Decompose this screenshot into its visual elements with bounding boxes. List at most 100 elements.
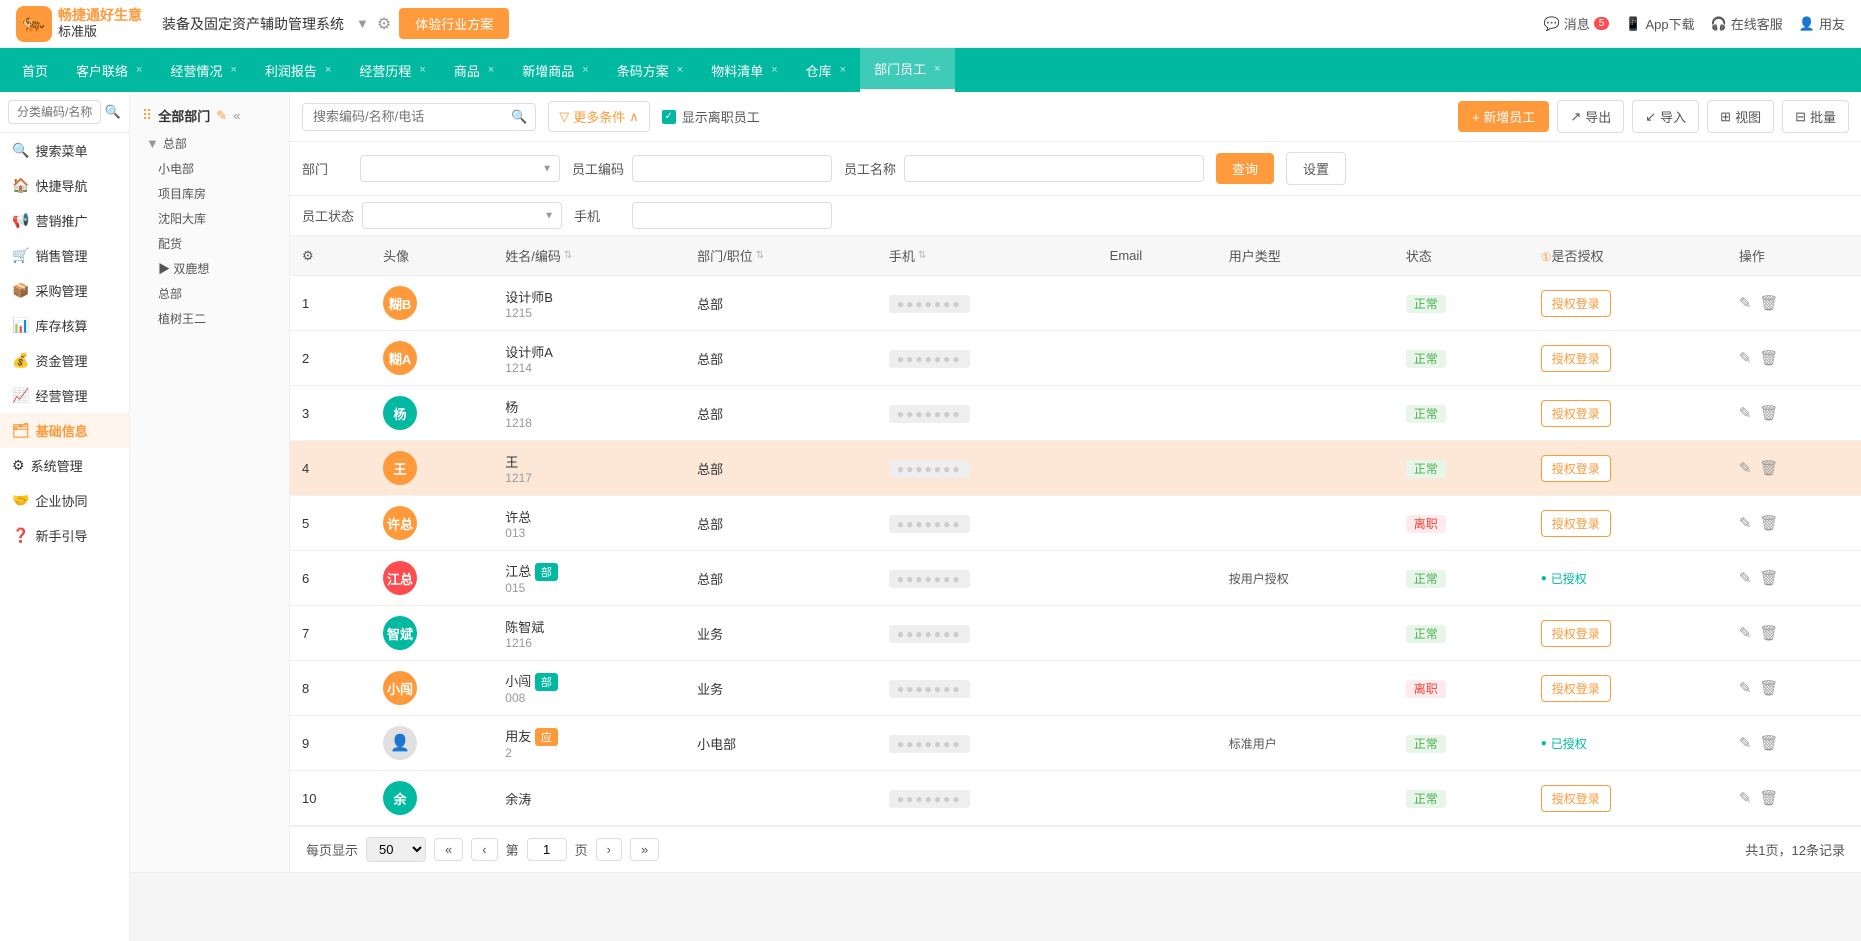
edit-button[interactable]: ✎: [1739, 514, 1752, 532]
sidebar-item-system[interactable]: ⚙ 系统管理: [0, 448, 129, 483]
logo-text: 畅捷通好生意 标准版: [58, 6, 142, 41]
online-service-btn[interactable]: 🎧 在线客服: [1711, 14, 1783, 33]
query-button[interactable]: 查询: [1216, 153, 1274, 184]
sidebar-item-guide[interactable]: ❓ 新手引导: [0, 518, 129, 553]
delete-button[interactable]: 🗑: [1759, 679, 1778, 697]
message-btn[interactable]: 💬 消息 5: [1544, 14, 1610, 33]
dept-tree-item-zongbu[interactable]: ▼总部: [138, 131, 281, 156]
sidebar-item-nav[interactable]: 🏠 快捷导航: [0, 168, 129, 203]
app-download-btn[interactable]: 📱 App下载: [1625, 14, 1694, 33]
print-button[interactable]: ⊟ 批量: [1782, 100, 1849, 133]
auth-login-button[interactable]: 授权登录: [1541, 785, 1611, 812]
edit-button[interactable]: ✎: [1739, 294, 1752, 312]
settings-button[interactable]: ⚙: [377, 14, 391, 34]
dept-tree-item-zhishu[interactable]: 植树王二: [138, 306, 281, 331]
tab-home[interactable]: 首页: [8, 48, 62, 92]
auth-login-button[interactable]: 授权登录: [1541, 455, 1611, 482]
view-button[interactable]: ⊞ 视图: [1707, 100, 1774, 133]
edit-button[interactable]: ✎: [1739, 404, 1752, 422]
tab-bom[interactable]: 物料清单 ×: [697, 48, 791, 92]
search-button[interactable]: 🔍: [503, 104, 535, 130]
edit-button[interactable]: ✎: [1739, 789, 1752, 807]
delete-button[interactable]: 🗑: [1759, 569, 1778, 587]
dept-tree-item-peihuo[interactable]: 配货: [138, 231, 281, 256]
tab-operation[interactable]: 经营情况 ×: [156, 48, 250, 92]
name-filter-input[interactable]: [904, 155, 1204, 182]
table-row: 3 杨 杨1218 总部 ●●●●●●● 正常 授权登录 ✎ 🗑: [290, 386, 1861, 441]
more-filter-btn[interactable]: ▽ 更多条件 ∧: [548, 101, 650, 132]
sidebar-item-collab[interactable]: 🤝 企业协同: [0, 483, 129, 518]
dept-tree-item-shuanglu[interactable]: ▶ 双鹿想: [138, 256, 281, 281]
code-filter-input[interactable]: [632, 155, 832, 182]
export-button[interactable]: ↗ 导出: [1557, 100, 1624, 133]
dept-edit-icon[interactable]: ✎: [216, 108, 227, 124]
delete-button[interactable]: 🗑: [1759, 789, 1778, 807]
sidebar-item-sales[interactable]: 🛒 销售管理: [0, 238, 129, 273]
tab-staff[interactable]: 部门员工 ×: [860, 48, 954, 92]
edit-button[interactable]: ✎: [1739, 734, 1752, 752]
last-page-btn[interactable]: »: [630, 838, 659, 861]
dept-tree-item-zongbu2[interactable]: 总部: [138, 281, 281, 306]
show-departed-checkbox[interactable]: ✓: [662, 110, 676, 124]
auth-login-button[interactable]: 授权登录: [1541, 345, 1611, 372]
edit-button[interactable]: ✎: [1739, 569, 1752, 587]
delete-button[interactable]: 🗑: [1759, 349, 1778, 367]
delete-button[interactable]: 🗑: [1759, 459, 1778, 477]
delete-button[interactable]: 🗑: [1759, 514, 1778, 532]
dept-select[interactable]: [360, 155, 560, 182]
search-input[interactable]: [303, 104, 503, 129]
prev-page-btn[interactable]: ‹: [471, 838, 497, 861]
sidebar-item-search[interactable]: 🔍 搜索菜单: [0, 133, 129, 168]
dept-collapse-icon[interactable]: «: [233, 108, 240, 123]
sidebar-item-business[interactable]: 📈 经营管理: [0, 378, 129, 413]
auth-login-button[interactable]: 授权登录: [1541, 290, 1611, 317]
auth-login-button[interactable]: 授权登录: [1541, 620, 1611, 647]
user-btn[interactable]: 👤 用友: [1799, 14, 1845, 33]
import-button[interactable]: ↙ 导入: [1632, 100, 1699, 133]
delete-button[interactable]: 🗑: [1759, 294, 1778, 312]
settings-icon[interactable]: ⚙: [302, 248, 314, 263]
col-usertype: 用户类型: [1217, 236, 1394, 276]
col-actions: 操作: [1727, 236, 1861, 276]
delete-button[interactable]: 🗑: [1759, 624, 1778, 642]
add-employee-button[interactable]: + 新增员工: [1458, 101, 1549, 132]
cell-avatar: 👤: [371, 716, 493, 771]
sidebar-item-finance[interactable]: 💰 资金管理: [0, 343, 129, 378]
trial-button[interactable]: 体验行业方案: [399, 8, 509, 39]
phone-value: ●●●●●●●: [889, 735, 970, 753]
status-select[interactable]: [362, 202, 562, 229]
dept-tree-item-xiangmu[interactable]: 项目库房: [138, 181, 281, 206]
dept-tree-item-shenyang[interactable]: 沈阳大库: [138, 206, 281, 231]
next-page-btn[interactable]: ›: [596, 838, 622, 861]
sidebar-item-marketing[interactable]: 📢 营销推广: [0, 203, 129, 238]
edit-button[interactable]: ✎: [1739, 349, 1752, 367]
dept-tree-item-xiaodian[interactable]: 小电部: [138, 156, 281, 181]
tab-history[interactable]: 经营历程 ×: [345, 48, 439, 92]
per-page-select[interactable]: 50 20 100: [366, 837, 426, 862]
all-dept-label[interactable]: 全部部门: [158, 106, 210, 125]
edit-button[interactable]: ✎: [1739, 679, 1752, 697]
phone-filter-input[interactable]: [632, 202, 832, 229]
auth-login-button[interactable]: 授权登录: [1541, 675, 1611, 702]
tab-warehouse[interactable]: 仓库 ×: [792, 48, 860, 92]
auth-login-button[interactable]: 授权登录: [1541, 510, 1611, 537]
tab-goods[interactable]: 商品 ×: [440, 48, 508, 92]
tab-barcode[interactable]: 条码方案 ×: [603, 48, 697, 92]
delete-button[interactable]: 🗑: [1759, 734, 1778, 752]
sidebar-item-inventory[interactable]: 📊 库存核算: [0, 308, 129, 343]
sidebar-item-purchase[interactable]: 📦 采购管理: [0, 273, 129, 308]
edit-button[interactable]: ✎: [1739, 459, 1752, 477]
status-select-wrap: [362, 202, 562, 229]
auth-login-button[interactable]: 授权登录: [1541, 400, 1611, 427]
sidebar-item-basic[interactable]: 🗂 基础信息: [0, 413, 129, 448]
sidebar-search-input[interactable]: [8, 100, 101, 124]
tab-add-goods[interactable]: 新增商品 ×: [508, 48, 602, 92]
edit-button[interactable]: ✎: [1739, 624, 1752, 642]
tab-customers[interactable]: 客户联络 ×: [62, 48, 156, 92]
delete-button[interactable]: 🗑: [1759, 404, 1778, 422]
first-page-btn[interactable]: «: [434, 838, 463, 861]
page-input[interactable]: [527, 838, 567, 861]
reset-button[interactable]: 设置: [1286, 152, 1346, 185]
show-departed-toggle[interactable]: ✓ 显示离职员工: [662, 107, 760, 126]
tab-profit[interactable]: 利润报告 ×: [251, 48, 345, 92]
